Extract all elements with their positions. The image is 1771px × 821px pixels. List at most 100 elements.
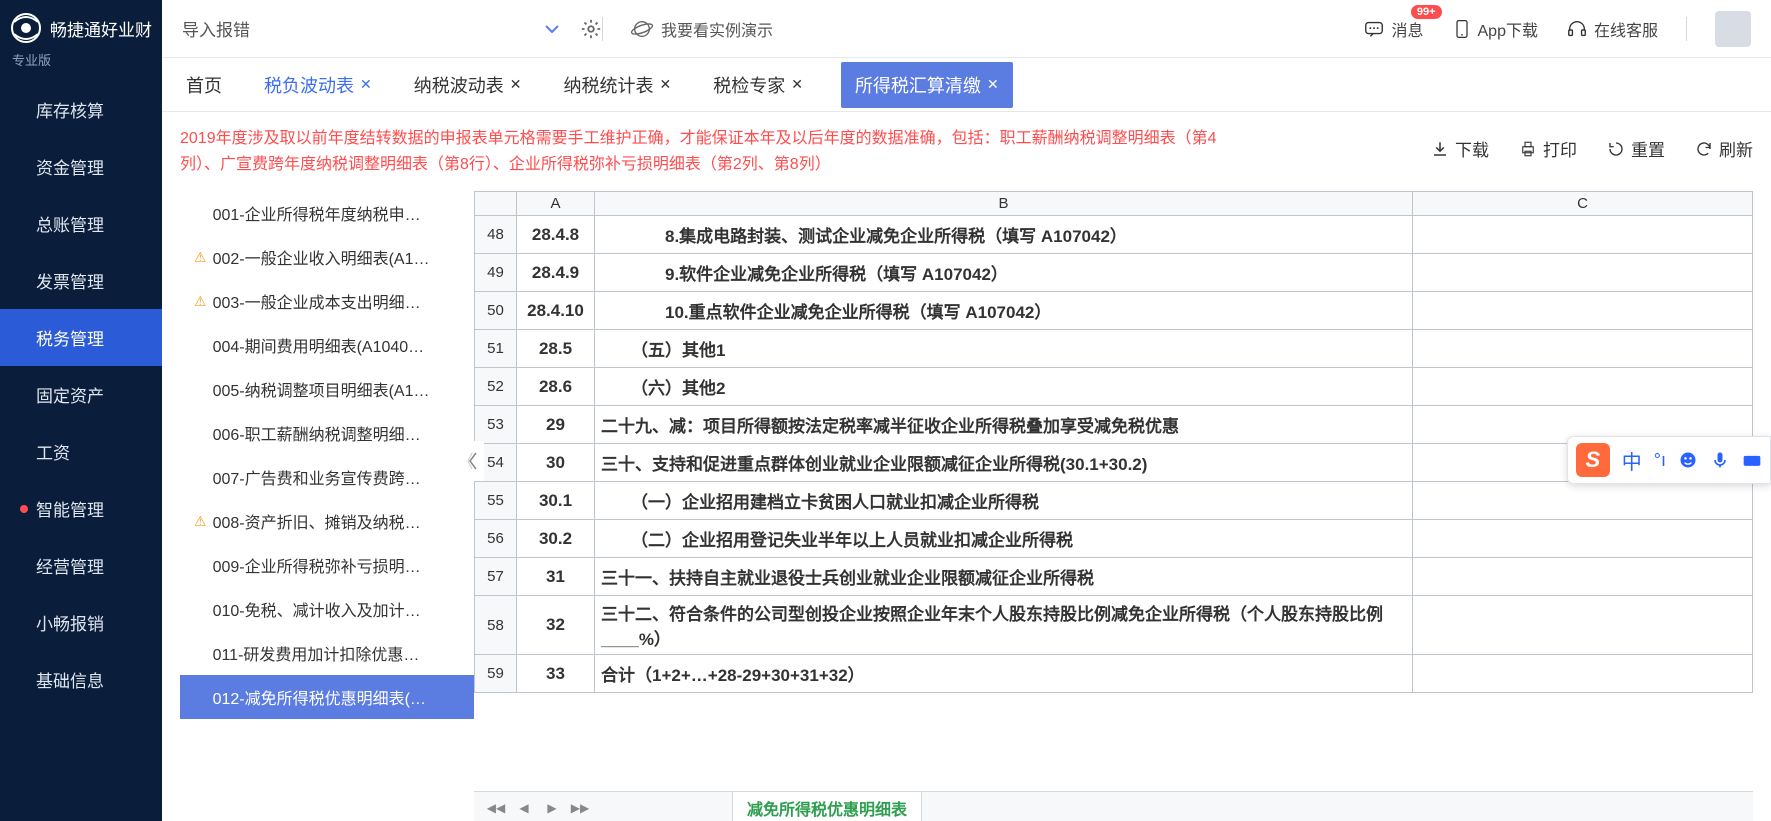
form-item-10[interactable]: ⚠011-研发费用加计扣除优惠… <box>180 631 474 675</box>
cell[interactable]: 29 <box>517 406 595 444</box>
download-button[interactable]: 下载 <box>1431 136 1489 161</box>
nav-item-3[interactable]: 发票管理 <box>0 252 162 309</box>
cell[interactable]: 28.4.8 <box>517 216 595 254</box>
form-item-8[interactable]: ⚠009-企业所得税弥补亏损明… <box>180 543 474 587</box>
form-item-5[interactable]: ⚠006-职工薪酬纳税调整明细… <box>180 411 474 455</box>
row-header[interactable]: 59 <box>475 655 517 693</box>
cell[interactable] <box>1413 596 1753 655</box>
ime-toolbar[interactable]: S 中 °ı <box>1567 436 1771 484</box>
sheet-nav-prev-icon[interactable]: ◀ <box>512 801 536 815</box>
form-item-2[interactable]: ⚠003-一般企业成本支出明细… <box>180 279 474 323</box>
cell[interactable]: 8.集成电路封装、测试企业减免企业所得税（填写 A107042） <box>595 216 1413 254</box>
cell[interactable] <box>1413 655 1753 693</box>
form-item-0[interactable]: ⚠001-企业所得税年度纳税申… <box>180 191 474 235</box>
collapse-handle[interactable] <box>462 441 484 481</box>
row-header[interactable]: 48 <box>475 216 517 254</box>
row-header[interactable]: 52 <box>475 368 517 406</box>
ime-punct-icon[interactable]: °ı <box>1654 450 1666 471</box>
cell[interactable]: 9.软件企业减免企业所得税（填写 A107042） <box>595 254 1413 292</box>
tab-2[interactable]: 纳税波动表✕ <box>410 66 526 104</box>
form-item-9[interactable]: ⚠010-免税、减计收入及加计… <box>180 587 474 631</box>
cell[interactable]: 30.1 <box>517 482 595 520</box>
cell[interactable] <box>1413 558 1753 596</box>
nav-item-9[interactable]: 小畅报销 <box>0 594 162 651</box>
sheet-nav-last-icon[interactable]: ▶▶ <box>568 801 592 815</box>
col-header-B[interactable]: B <box>595 192 1413 216</box>
close-icon[interactable]: ✕ <box>510 76 522 93</box>
form-item-4[interactable]: ⚠005-纳税调整项目明细表(A1… <box>180 367 474 411</box>
cell[interactable] <box>1413 254 1753 292</box>
cell[interactable]: 二十九、减：项目所得额按法定税率减半征收企业所得税叠加享受减免税优惠 <box>595 406 1413 444</box>
demo-link[interactable]: 我要看实例演示 <box>631 17 773 41</box>
print-button[interactable]: 打印 <box>1519 136 1577 161</box>
col-header-A[interactable]: A <box>517 192 595 216</box>
cell[interactable]: 28.5 <box>517 330 595 368</box>
sheet-tab[interactable]: 减免所得税优惠明细表 <box>732 791 922 821</box>
gear-icon[interactable] <box>580 18 602 40</box>
cell[interactable]: （五）其他1 <box>595 330 1413 368</box>
nav-item-0[interactable]: 库存核算 <box>0 81 162 138</box>
avatar[interactable] <box>1715 11 1751 47</box>
close-icon[interactable]: ✕ <box>791 76 803 93</box>
cell[interactable]: （一）企业招用建档立卡贫困人口就业扣减企业所得税 <box>595 482 1413 520</box>
cell[interactable]: 28.4.10 <box>517 292 595 330</box>
cell[interactable] <box>1413 216 1753 254</box>
grid-corner[interactable] <box>475 192 517 216</box>
row-header[interactable]: 58 <box>475 596 517 655</box>
cell[interactable]: 31 <box>517 558 595 596</box>
cell[interactable]: 三十二、符合条件的公司型创投企业按照企业年末个人股东持股比例减免企业所得税（个人… <box>595 596 1413 655</box>
cell[interactable]: 32 <box>517 596 595 655</box>
app-download-button[interactable]: App下载 <box>1452 17 1538 41</box>
ime-lang[interactable]: 中 <box>1622 446 1642 475</box>
nav-item-8[interactable]: 经营管理 <box>0 537 162 594</box>
close-icon[interactable]: ✕ <box>659 76 671 93</box>
row-header[interactable]: 53 <box>475 406 517 444</box>
form-item-3[interactable]: ⚠004-期间费用明细表(A1040… <box>180 323 474 367</box>
cell[interactable] <box>1413 368 1753 406</box>
sheet-nav-first-icon[interactable]: ◀◀ <box>484 801 508 815</box>
cell[interactable]: 30 <box>517 444 595 482</box>
form-item-6[interactable]: ⚠007-广告费和业务宣传费跨… <box>180 455 474 499</box>
nav-item-2[interactable]: 总账管理 <box>0 195 162 252</box>
row-header[interactable]: 49 <box>475 254 517 292</box>
spreadsheet[interactable]: ABC 4828.4.88.集成电路封装、测试企业减免企业所得税（填写 A1070… <box>474 191 1753 821</box>
cell[interactable] <box>1413 330 1753 368</box>
row-header[interactable]: 51 <box>475 330 517 368</box>
reset-button[interactable]: 重置 <box>1607 136 1665 161</box>
cell[interactable]: （二）企业招用登记失业半年以上人员就业扣减企业所得税 <box>595 520 1413 558</box>
cell[interactable] <box>1413 292 1753 330</box>
cell[interactable]: 三十一、扶持自主就业退役士兵创业就业企业限额减征企业所得税 <box>595 558 1413 596</box>
cell[interactable]: 三十、支持和促进重点群体创业就业企业限额减征企业所得税(30.1+30.2) <box>595 444 1413 482</box>
row-header[interactable]: 56 <box>475 520 517 558</box>
form-item-11[interactable]: ⚠012-减免所得税优惠明细表(… <box>180 675 474 719</box>
close-icon[interactable]: ✕ <box>987 76 999 93</box>
ime-keyboard-icon[interactable] <box>1742 450 1762 470</box>
tab-1[interactable]: 税负波动表✕ <box>260 66 376 104</box>
nav-item-6[interactable]: 工资 <box>0 423 162 480</box>
cell[interactable] <box>1413 482 1753 520</box>
cell[interactable]: 28.6 <box>517 368 595 406</box>
refresh-button[interactable]: 刷新 <box>1695 136 1753 161</box>
support-button[interactable]: 在线客服 <box>1566 17 1658 41</box>
cell[interactable]: （六）其他2 <box>595 368 1413 406</box>
close-icon[interactable]: ✕ <box>360 76 372 93</box>
row-header[interactable]: 55 <box>475 482 517 520</box>
chevron-down-icon[interactable] <box>542 19 562 39</box>
cell[interactable]: 10.重点软件企业减免企业所得税（填写 A107042） <box>595 292 1413 330</box>
tab-3[interactable]: 纳税统计表✕ <box>559 66 675 104</box>
form-item-7[interactable]: ⚠008-资产折旧、摊销及纳税… <box>180 499 474 543</box>
sheet-nav-next-icon[interactable]: ▶ <box>540 801 564 815</box>
nav-item-1[interactable]: 资金管理 <box>0 138 162 195</box>
tab-5[interactable]: 所得税汇算清缴✕ <box>841 62 1013 108</box>
tab-0[interactable]: 首页 <box>182 66 226 104</box>
cell[interactable]: 28.4.9 <box>517 254 595 292</box>
cell[interactable]: 33 <box>517 655 595 693</box>
form-item-1[interactable]: ⚠002-一般企业收入明细表(A1… <box>180 235 474 279</box>
ime-mic-icon[interactable] <box>1710 450 1730 470</box>
cell[interactable]: 合计（1+2+…+28-29+30+31+32） <box>595 655 1413 693</box>
col-header-C[interactable]: C <box>1413 192 1753 216</box>
ime-emoji-icon[interactable] <box>1678 450 1698 470</box>
cell[interactable]: 30.2 <box>517 520 595 558</box>
nav-item-10[interactable]: 基础信息 <box>0 651 162 708</box>
nav-item-7[interactable]: 智能管理 <box>0 480 162 537</box>
